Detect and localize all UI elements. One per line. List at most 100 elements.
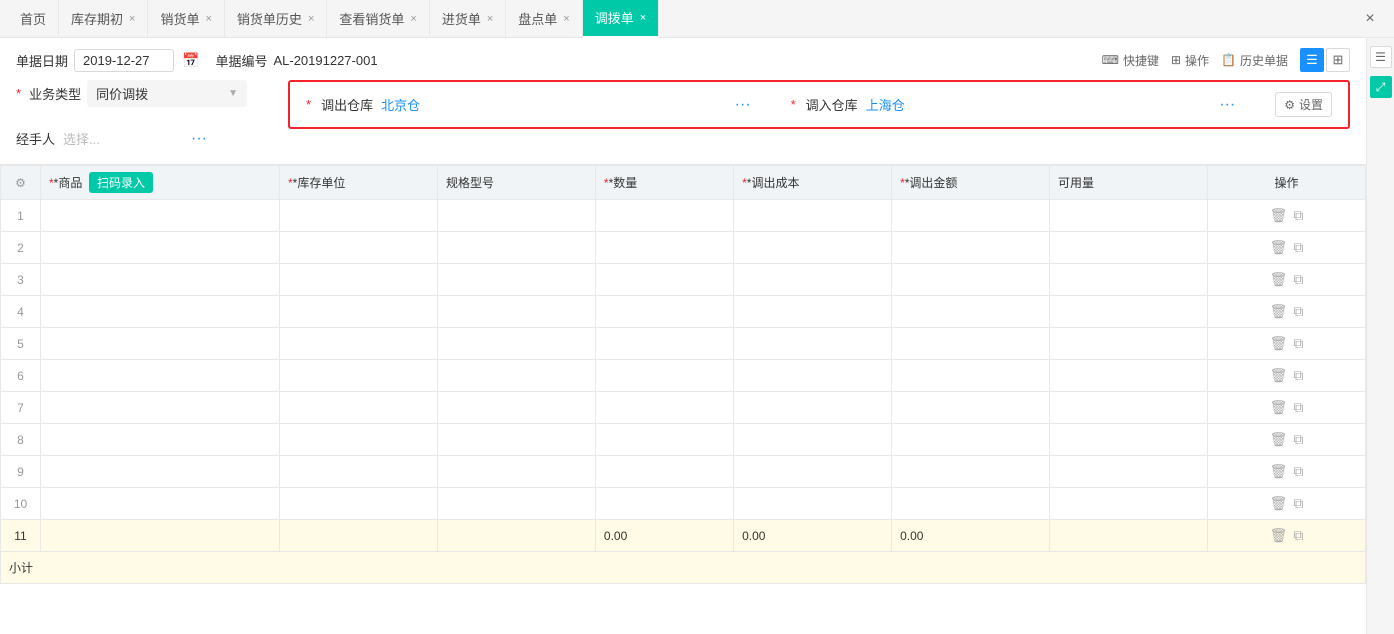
row-amount-2[interactable]: [892, 232, 1050, 264]
warehouse-out-value[interactable]: 北京仓: [381, 95, 420, 114]
window-close-button[interactable]: ×: [1354, 3, 1386, 35]
row-spec-2[interactable]: [437, 232, 595, 264]
row-available-4[interactable]: [1050, 296, 1208, 328]
biz-type-select[interactable]: 同价调拨 ▼: [87, 80, 247, 107]
warehouse-in-value[interactable]: 上海仓: [866, 95, 905, 114]
tab-purchase-order[interactable]: 进货单 ×: [430, 0, 506, 38]
row-delete-icon-4[interactable]: 🗑: [1270, 303, 1288, 320]
row-unit-8[interactable]: [279, 424, 437, 456]
row-spec-6[interactable]: [437, 360, 595, 392]
row-unit-7[interactable]: [279, 392, 437, 424]
row-unit-9[interactable]: [279, 456, 437, 488]
tab-sales-history-close[interactable]: ×: [308, 13, 314, 25]
row-available-10[interactable]: [1050, 488, 1208, 520]
sidebar-expand-icon[interactable]: ⤢: [1370, 76, 1392, 98]
handler-ellipsis-btn[interactable]: ···: [191, 131, 207, 147]
row-available-2[interactable]: [1050, 232, 1208, 264]
row-copy-icon-6[interactable]: ⧉: [1293, 367, 1303, 384]
row-spec-7[interactable]: [437, 392, 595, 424]
row-qty-9[interactable]: [595, 456, 733, 488]
sidebar-list-icon[interactable]: ☰: [1370, 46, 1392, 68]
row-qty-4[interactable]: [595, 296, 733, 328]
row-product-9[interactable]: [41, 456, 280, 488]
row-unit-2[interactable]: [279, 232, 437, 264]
row-amount-7[interactable]: [892, 392, 1050, 424]
row-qty-2[interactable]: [595, 232, 733, 264]
row-available-1[interactable]: [1050, 200, 1208, 232]
row-cost-7[interactable]: [734, 392, 892, 424]
row-cost-1[interactable]: [734, 200, 892, 232]
tab-sales-order[interactable]: 销货单 ×: [148, 0, 224, 38]
row-qty-6[interactable]: [595, 360, 733, 392]
row-qty-3[interactable]: [595, 264, 733, 296]
history-btn[interactable]: 📋 历史单据: [1221, 52, 1288, 69]
row-unit-10[interactable]: [279, 488, 437, 520]
row-delete-icon-6[interactable]: 🗑: [1270, 367, 1288, 384]
subtotal-copy-icon[interactable]: ⧉: [1293, 527, 1303, 544]
row-delete-icon-3[interactable]: 🗑: [1270, 271, 1288, 288]
row-copy-icon-7[interactable]: ⧉: [1293, 399, 1303, 416]
warehouse-out-ellipsis-btn[interactable]: ···: [735, 97, 751, 113]
row-qty-1[interactable]: [595, 200, 733, 232]
row-delete-icon-9[interactable]: 🗑: [1270, 463, 1288, 480]
row-amount-5[interactable]: [892, 328, 1050, 360]
row-available-6[interactable]: [1050, 360, 1208, 392]
row-unit-6[interactable]: [279, 360, 437, 392]
row-product-3[interactable]: [41, 264, 280, 296]
tab-inventory-init-close[interactable]: ×: [129, 13, 135, 25]
row-cost-4[interactable]: [734, 296, 892, 328]
row-product-7[interactable]: [41, 392, 280, 424]
row-copy-icon-1[interactable]: ⧉: [1293, 207, 1303, 224]
row-cost-3[interactable]: [734, 264, 892, 296]
scan-entry-btn[interactable]: 扫码录入: [89, 172, 153, 193]
operation-btn[interactable]: ⊞ 操作: [1171, 52, 1209, 69]
row-delete-icon-10[interactable]: 🗑: [1270, 495, 1288, 512]
row-unit-3[interactable]: [279, 264, 437, 296]
row-delete-icon-7[interactable]: 🗑: [1270, 399, 1288, 416]
handler-input[interactable]: 选择...: [63, 129, 183, 148]
row-qty-8[interactable]: [595, 424, 733, 456]
row-spec-5[interactable]: [437, 328, 595, 360]
tab-sales-order-close[interactable]: ×: [205, 13, 211, 25]
warehouse-in-ellipsis-btn[interactable]: ···: [1219, 97, 1235, 113]
row-available-3[interactable]: [1050, 264, 1208, 296]
calendar-icon[interactable]: 📅: [182, 52, 199, 69]
row-copy-icon-9[interactable]: ⧉: [1293, 463, 1303, 480]
subtotal-delete-icon[interactable]: 🗑: [1270, 527, 1288, 544]
row-available-5[interactable]: [1050, 328, 1208, 360]
row-product-5[interactable]: [41, 328, 280, 360]
row-copy-icon-3[interactable]: ⧉: [1293, 271, 1303, 288]
row-product-8[interactable]: [41, 424, 280, 456]
tab-transfer[interactable]: 调拨单 ×: [583, 0, 659, 38]
row-delete-icon-1[interactable]: 🗑: [1270, 207, 1288, 224]
row-available-9[interactable]: [1050, 456, 1208, 488]
row-cost-5[interactable]: [734, 328, 892, 360]
row-available-7[interactable]: [1050, 392, 1208, 424]
row-cost-2[interactable]: [734, 232, 892, 264]
row-amount-3[interactable]: [892, 264, 1050, 296]
row-amount-8[interactable]: [892, 424, 1050, 456]
tab-inventory-init[interactable]: 库存期初 ×: [59, 0, 148, 38]
tab-inventory-check-close[interactable]: ×: [563, 13, 569, 25]
row-cost-6[interactable]: [734, 360, 892, 392]
gear-icon[interactable]: ⚙: [15, 176, 26, 190]
tab-transfer-close[interactable]: ×: [640, 12, 646, 24]
layout-grid-icon[interactable]: ⊞: [1326, 48, 1350, 72]
col-gear[interactable]: ⚙: [1, 166, 41, 200]
row-product-1[interactable]: [41, 200, 280, 232]
row-amount-10[interactable]: [892, 488, 1050, 520]
row-spec-10[interactable]: [437, 488, 595, 520]
row-amount-1[interactable]: [892, 200, 1050, 232]
row-cost-9[interactable]: [734, 456, 892, 488]
row-unit-5[interactable]: [279, 328, 437, 360]
row-copy-icon-5[interactable]: ⧉: [1293, 335, 1303, 352]
row-product-4[interactable]: [41, 296, 280, 328]
row-delete-icon-8[interactable]: 🗑: [1270, 431, 1288, 448]
row-spec-8[interactable]: [437, 424, 595, 456]
shortcut-btn[interactable]: ⌨ 快捷键: [1102, 52, 1159, 69]
row-spec-4[interactable]: [437, 296, 595, 328]
row-amount-6[interactable]: [892, 360, 1050, 392]
row-copy-icon-10[interactable]: ⧉: [1293, 495, 1303, 512]
row-unit-4[interactable]: [279, 296, 437, 328]
layout-list-icon[interactable]: ☰: [1300, 48, 1324, 72]
